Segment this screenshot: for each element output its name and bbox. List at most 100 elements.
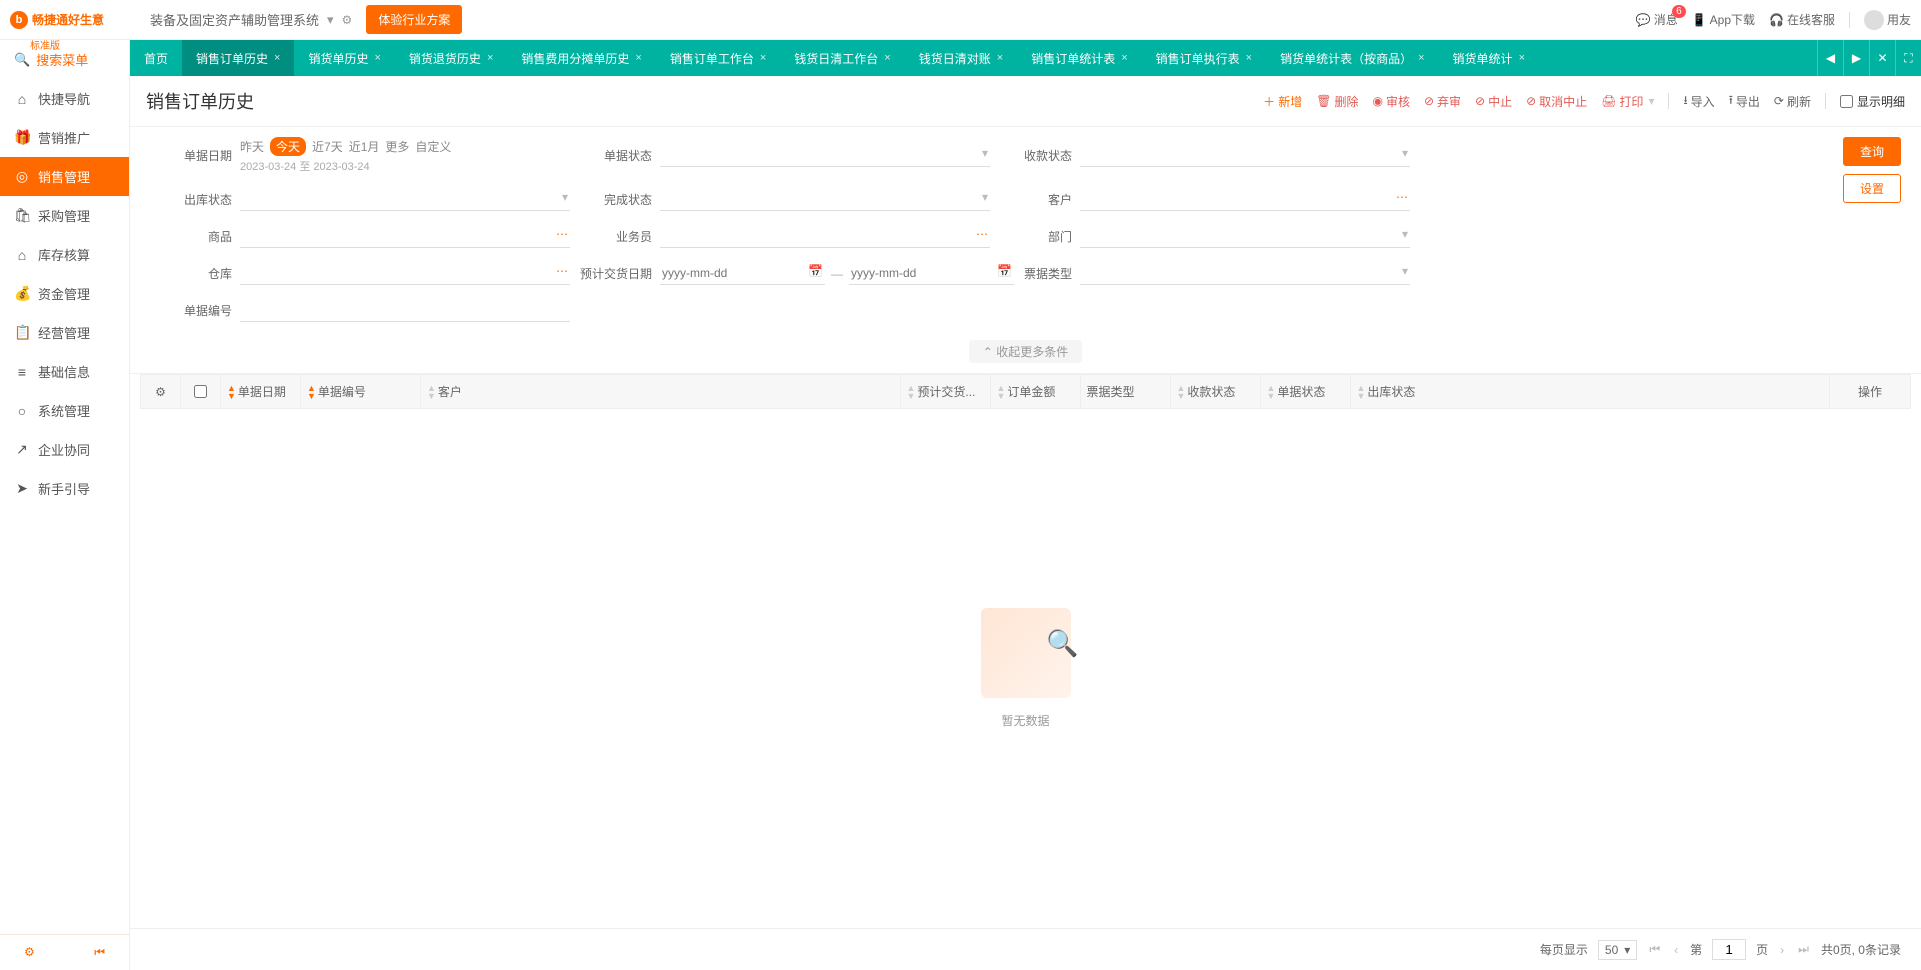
department-select[interactable]: ▾: [1080, 225, 1410, 248]
discard-button[interactable]: ⊘弃审: [1424, 93, 1461, 110]
salesman-input[interactable]: [660, 225, 990, 248]
messages-link[interactable]: 💬 消息 6: [1636, 11, 1678, 28]
import-button[interactable]: ⭳导入: [1683, 91, 1714, 112]
date-from-input[interactable]: [660, 262, 825, 285]
sidebar-item-5[interactable]: 💰资金管理: [0, 274, 129, 313]
close-icon[interactable]: ×: [374, 52, 380, 64]
date-chip-2[interactable]: 近7天: [312, 138, 343, 155]
tab-1[interactable]: 销售订单历史×: [182, 40, 294, 76]
gear-icon[interactable]: ⚙: [342, 13, 353, 27]
finish-status-select[interactable]: ▾: [660, 188, 990, 211]
sidebar-item-1[interactable]: 🎁营销推广: [0, 118, 129, 157]
product-picker[interactable]: ⋯: [240, 225, 570, 248]
sidebar-item-2[interactable]: ◎销售管理: [0, 157, 129, 196]
close-icon[interactable]: ×: [1246, 52, 1252, 64]
col-date[interactable]: ▲▼单据日期: [221, 375, 301, 408]
sidebar-item-8[interactable]: ○系统管理: [0, 391, 129, 430]
out-status-input[interactable]: [240, 188, 570, 211]
receipt-status-input[interactable]: [1080, 144, 1410, 167]
date-to-picker[interactable]: 📅: [849, 262, 1014, 285]
close-icon[interactable]: ×: [1418, 52, 1424, 64]
tab-4[interactable]: 销售费用分摊单历史×: [507, 40, 655, 76]
date-chip-4[interactable]: 更多: [385, 138, 409, 155]
pager-first[interactable]: ⏮: [1647, 942, 1662, 957]
per-page-select[interactable]: 50▾: [1598, 940, 1637, 960]
tab-10[interactable]: 销货单统计表（按商品）×: [1266, 40, 1438, 76]
customer-input[interactable]: [1080, 188, 1410, 211]
out-status-select[interactable]: ▾: [240, 188, 570, 211]
app-download-link[interactable]: 📱 App下载: [1692, 11, 1755, 28]
sidebar-item-0[interactable]: ⌂快捷导航: [0, 79, 129, 118]
system-selector[interactable]: 装备及固定资产辅助管理系统 ▾: [150, 10, 334, 29]
tab-3[interactable]: 销货退货历史×: [395, 40, 507, 76]
doc-status-select[interactable]: ▾: [660, 144, 990, 167]
sidebar-item-10[interactable]: ➤新手引导: [0, 469, 129, 508]
sidebar-item-6[interactable]: 📋经营管理: [0, 313, 129, 352]
unstop-button[interactable]: ⊘取消中止: [1526, 93, 1587, 110]
user-menu[interactable]: 用友: [1864, 10, 1911, 30]
date-chip-3[interactable]: 近1月: [349, 138, 380, 155]
search-menu[interactable]: 🔍 搜索菜单: [0, 40, 129, 79]
sidebar-item-4[interactable]: ⌂库存核算: [0, 235, 129, 274]
col-customer[interactable]: ▲▼客户: [421, 375, 901, 408]
salesman-picker[interactable]: ⋯: [660, 225, 990, 248]
sidebar-item-7[interactable]: ≡基础信息: [0, 352, 129, 391]
pager-prev[interactable]: ‹: [1672, 943, 1680, 957]
close-icon[interactable]: ×: [274, 52, 280, 64]
show-detail-input[interactable]: [1840, 95, 1853, 108]
sidebar-item-3[interactable]: 🛍采购管理: [0, 196, 129, 235]
pager-next[interactable]: ›: [1778, 943, 1786, 957]
page-input[interactable]: [1712, 939, 1746, 960]
close-icon[interactable]: ×: [1519, 52, 1525, 64]
tabs-close-all[interactable]: ✕: [1869, 40, 1895, 76]
stop-button[interactable]: ⊘中止: [1475, 93, 1512, 110]
ticket-type-input[interactable]: [1080, 262, 1410, 285]
close-icon[interactable]: ×: [1121, 52, 1127, 64]
delete-button[interactable]: 🗑删除: [1316, 93, 1358, 110]
doc-no-field[interactable]: [240, 299, 570, 322]
settings-icon[interactable]: ⚙: [24, 945, 35, 960]
close-icon[interactable]: ×: [760, 52, 766, 64]
date-chip-1[interactable]: 今天: [270, 137, 306, 156]
add-button[interactable]: ＋新增: [1263, 93, 1302, 110]
tab-11[interactable]: 销货单统计×: [1439, 40, 1539, 76]
close-icon[interactable]: ×: [884, 52, 890, 64]
tab-9[interactable]: 销售订单执行表×: [1142, 40, 1266, 76]
close-icon[interactable]: ×: [997, 52, 1003, 64]
close-icon[interactable]: ×: [487, 52, 493, 64]
doc-status-input[interactable]: [660, 144, 990, 167]
show-detail-checkbox[interactable]: 显示明细: [1840, 93, 1905, 110]
collapse-sidebar-icon[interactable]: ⏮: [94, 945, 105, 960]
tab-7[interactable]: 钱货日清对账×: [905, 40, 1017, 76]
industry-plan-button[interactable]: 体验行业方案: [366, 5, 462, 34]
select-all-checkbox[interactable]: [194, 385, 207, 398]
tabs-fullscreen[interactable]: ⛶: [1895, 40, 1921, 76]
tab-6[interactable]: 钱货日清工作台×: [780, 40, 904, 76]
pager-last[interactable]: ⏭: [1796, 942, 1811, 957]
col-receipt[interactable]: ▲▼收款状态: [1171, 375, 1261, 408]
tab-5[interactable]: 销售订单工作台×: [656, 40, 780, 76]
online-service-link[interactable]: 🎧 在线客服: [1769, 11, 1835, 28]
tabs-scroll-left[interactable]: ◀: [1817, 40, 1843, 76]
tab-8[interactable]: 销售订单统计表×: [1017, 40, 1141, 76]
col-out-status[interactable]: ▲▼出库状态: [1351, 375, 1831, 408]
finish-status-input[interactable]: [660, 188, 990, 211]
date-chip-0[interactable]: 昨天: [240, 138, 264, 155]
collapse-filters-toggle[interactable]: ⌃ 收起更多条件: [969, 340, 1082, 363]
tabs-scroll-right[interactable]: ▶: [1843, 40, 1869, 76]
refresh-button[interactable]: ⟳刷新: [1774, 93, 1811, 110]
col-expect[interactable]: ▲▼预计交货...: [901, 375, 991, 408]
warehouse-input[interactable]: [240, 262, 570, 285]
export-button[interactable]: ⭱导出: [1729, 91, 1760, 112]
col-doc-status[interactable]: ▲▼单据状态: [1261, 375, 1351, 408]
col-amount[interactable]: ▲▼订单金额: [991, 375, 1081, 408]
print-button[interactable]: 🖨打印▾: [1601, 93, 1654, 110]
table-settings-column[interactable]: ⚙: [141, 375, 181, 408]
date-from-picker[interactable]: 📅: [660, 262, 825, 285]
query-button[interactable]: 查询: [1843, 137, 1901, 166]
sidebar-item-9[interactable]: ↗企业协同: [0, 430, 129, 469]
tab-2[interactable]: 销货单历史×: [294, 40, 394, 76]
filter-settings-button[interactable]: 设置: [1843, 174, 1901, 203]
product-input[interactable]: [240, 225, 570, 248]
doc-no-input[interactable]: [240, 299, 570, 322]
